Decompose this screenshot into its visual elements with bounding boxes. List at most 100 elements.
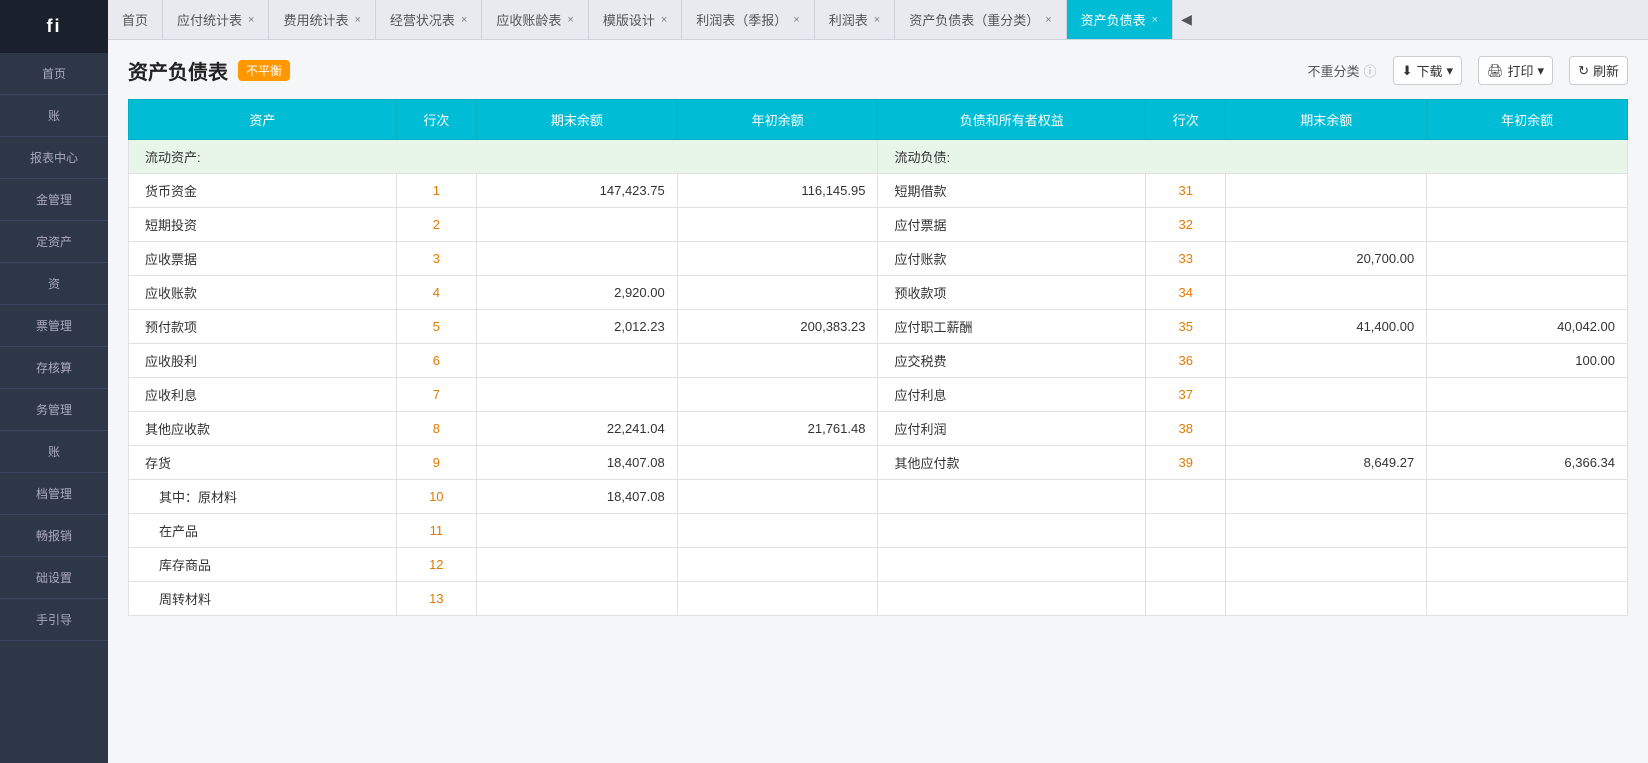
asset-name[interactable]: 应收票据 (129, 242, 397, 276)
tab-scroll-right[interactable]: ◀ (1173, 1, 1200, 38)
refresh-button[interactable]: ↻ 刷新 (1569, 56, 1628, 85)
liability-name[interactable]: 应付职工薪酬 (878, 310, 1146, 344)
table-row: 周转材料 13 (129, 582, 1628, 616)
sidebar-item[interactable]: 账 (0, 431, 108, 473)
download-button[interactable]: ⬇ 下载 ▾ (1393, 56, 1462, 85)
sidebar-item[interactable]: 账 (0, 95, 108, 137)
liability-name[interactable]: 短期借款 (878, 174, 1146, 208)
sidebar-item[interactable]: 资 (0, 263, 108, 305)
liability-name[interactable] (878, 582, 1146, 616)
asset-name[interactable]: 库存商品 (129, 548, 397, 582)
asset-name[interactable]: 预付款项 (129, 310, 397, 344)
sidebar-item[interactable]: 首页 (0, 53, 108, 95)
row-num-right (1146, 582, 1226, 616)
tab-close-button[interactable]: × (874, 14, 880, 26)
col-start-balance-left: 年初余额 (677, 100, 878, 140)
start-balance-left (677, 446, 878, 480)
sidebar-item[interactable]: 存核算 (0, 347, 108, 389)
tab-close-button[interactable]: × (248, 14, 254, 26)
liability-name[interactable]: 应付利润 (878, 412, 1146, 446)
asset-name[interactable]: 周转材料 (129, 582, 397, 616)
liability-name[interactable]: 应付账款 (878, 242, 1146, 276)
end-balance-right: 8,649.27 (1226, 446, 1427, 480)
end-balance-right (1226, 174, 1427, 208)
tab-item[interactable]: 模版设计× (589, 0, 682, 39)
tab-close-button[interactable]: × (354, 14, 360, 26)
row-num-right (1146, 548, 1226, 582)
row-num-right: 34 (1146, 276, 1226, 310)
tab-item[interactable]: 利润表（季报）× (682, 0, 814, 39)
start-balance-left (677, 514, 878, 548)
end-balance-left (476, 242, 677, 276)
asset-name[interactable]: 在产品 (129, 514, 397, 548)
asset-name[interactable]: 应收账款 (129, 276, 397, 310)
liability-name[interactable]: 预收款项 (878, 276, 1146, 310)
row-num-left: 3 (396, 242, 476, 276)
sidebar-item[interactable]: 础设置 (0, 557, 108, 599)
col-row-num-left: 行次 (396, 100, 476, 140)
liability-name[interactable] (878, 480, 1146, 514)
row-num-right (1146, 514, 1226, 548)
sidebar-item[interactable]: 档管理 (0, 473, 108, 515)
asset-name[interactable]: 其他应收款 (129, 412, 397, 446)
liability-name[interactable]: 应付票据 (878, 208, 1146, 242)
tab-item[interactable]: 经营状况表× (376, 0, 482, 39)
col-start-balance-right: 年初余额 (1427, 100, 1628, 140)
tab-item[interactable]: 应付统计表× (163, 0, 269, 39)
tab-item[interactable]: 资产负债表（重分类）× (895, 0, 1066, 39)
row-num-right: 35 (1146, 310, 1226, 344)
no-classify-option[interactable]: 不重分类 ⓘ (1308, 61, 1377, 80)
tab-item[interactable]: 资产负债表× (1067, 0, 1173, 39)
asset-name[interactable]: 应收股利 (129, 344, 397, 378)
tab-close-button[interactable]: × (461, 14, 467, 26)
sidebar-item[interactable]: 金管理 (0, 179, 108, 221)
sidebar: fi 首页账报表中心金管理定资产资票管理存核算务管理账档管理畅报销础设置手引导 (0, 0, 108, 763)
end-balance-left (476, 514, 677, 548)
sidebar-item[interactable]: 定资产 (0, 221, 108, 263)
tab-close-button[interactable]: × (1045, 14, 1051, 26)
end-balance-left: 18,407.08 (476, 480, 677, 514)
asset-name[interactable]: 短期投资 (129, 208, 397, 242)
end-balance-left (476, 378, 677, 412)
start-balance-left (677, 242, 878, 276)
tab-close-button[interactable]: × (793, 14, 799, 26)
end-balance-right (1226, 344, 1427, 378)
liability-name[interactable] (878, 514, 1146, 548)
sidebar-item[interactable]: 票管理 (0, 305, 108, 347)
liability-name[interactable]: 其他应付款 (878, 446, 1146, 480)
tab-item[interactable]: 利润表× (815, 0, 895, 39)
liability-name[interactable]: 应交税费 (878, 344, 1146, 378)
table-row: 应收账款 4 2,920.00 预收款项 34 (129, 276, 1628, 310)
start-balance-left (677, 344, 878, 378)
tab-item[interactable]: 首页 (108, 0, 163, 39)
tab-close-button[interactable]: × (567, 14, 573, 26)
sidebar-item[interactable]: 畅报销 (0, 515, 108, 557)
end-balance-left: 2,012.23 (476, 310, 677, 344)
end-balance-right (1226, 514, 1427, 548)
sidebar-item[interactable]: 报表中心 (0, 137, 108, 179)
liability-name[interactable] (878, 548, 1146, 582)
asset-name[interactable]: 应收利息 (129, 378, 397, 412)
tab-close-button[interactable]: × (1152, 14, 1158, 26)
print-button[interactable]: 🖨 打印 ▾ (1478, 56, 1553, 85)
start-balance-right (1427, 378, 1628, 412)
balance-table: 资产 行次 期末余额 年初余额 负债和所有者权益 行次 期末余额 年初余额 流动… (128, 99, 1628, 616)
start-balance-left (677, 582, 878, 616)
asset-name[interactable]: 存货 (129, 446, 397, 480)
liability-name[interactable]: 应付利息 (878, 378, 1146, 412)
tab-close-button[interactable]: × (661, 14, 667, 26)
download-icon: ⬇ (1402, 63, 1413, 79)
sidebar-item[interactable]: 手引导 (0, 599, 108, 641)
sidebar-item[interactable]: 务管理 (0, 389, 108, 431)
asset-name[interactable]: 其中：原材料 (129, 480, 397, 514)
table-row: 流动资产: 流动负债: (129, 140, 1628, 174)
tab-item[interactable]: 应收账龄表× (482, 0, 588, 39)
info-icon: ⓘ (1364, 61, 1377, 80)
asset-name[interactable]: 货币资金 (129, 174, 397, 208)
section-label-left: 流动资产: (129, 140, 878, 174)
start-balance-right: 6,366.34 (1427, 446, 1628, 480)
table-row: 应收利息 7 应付利息 37 (129, 378, 1628, 412)
page-title: 资产负债表 (128, 56, 228, 85)
tab-item[interactable]: 费用统计表× (269, 0, 375, 39)
col-end-balance-right: 期末余额 (1226, 100, 1427, 140)
